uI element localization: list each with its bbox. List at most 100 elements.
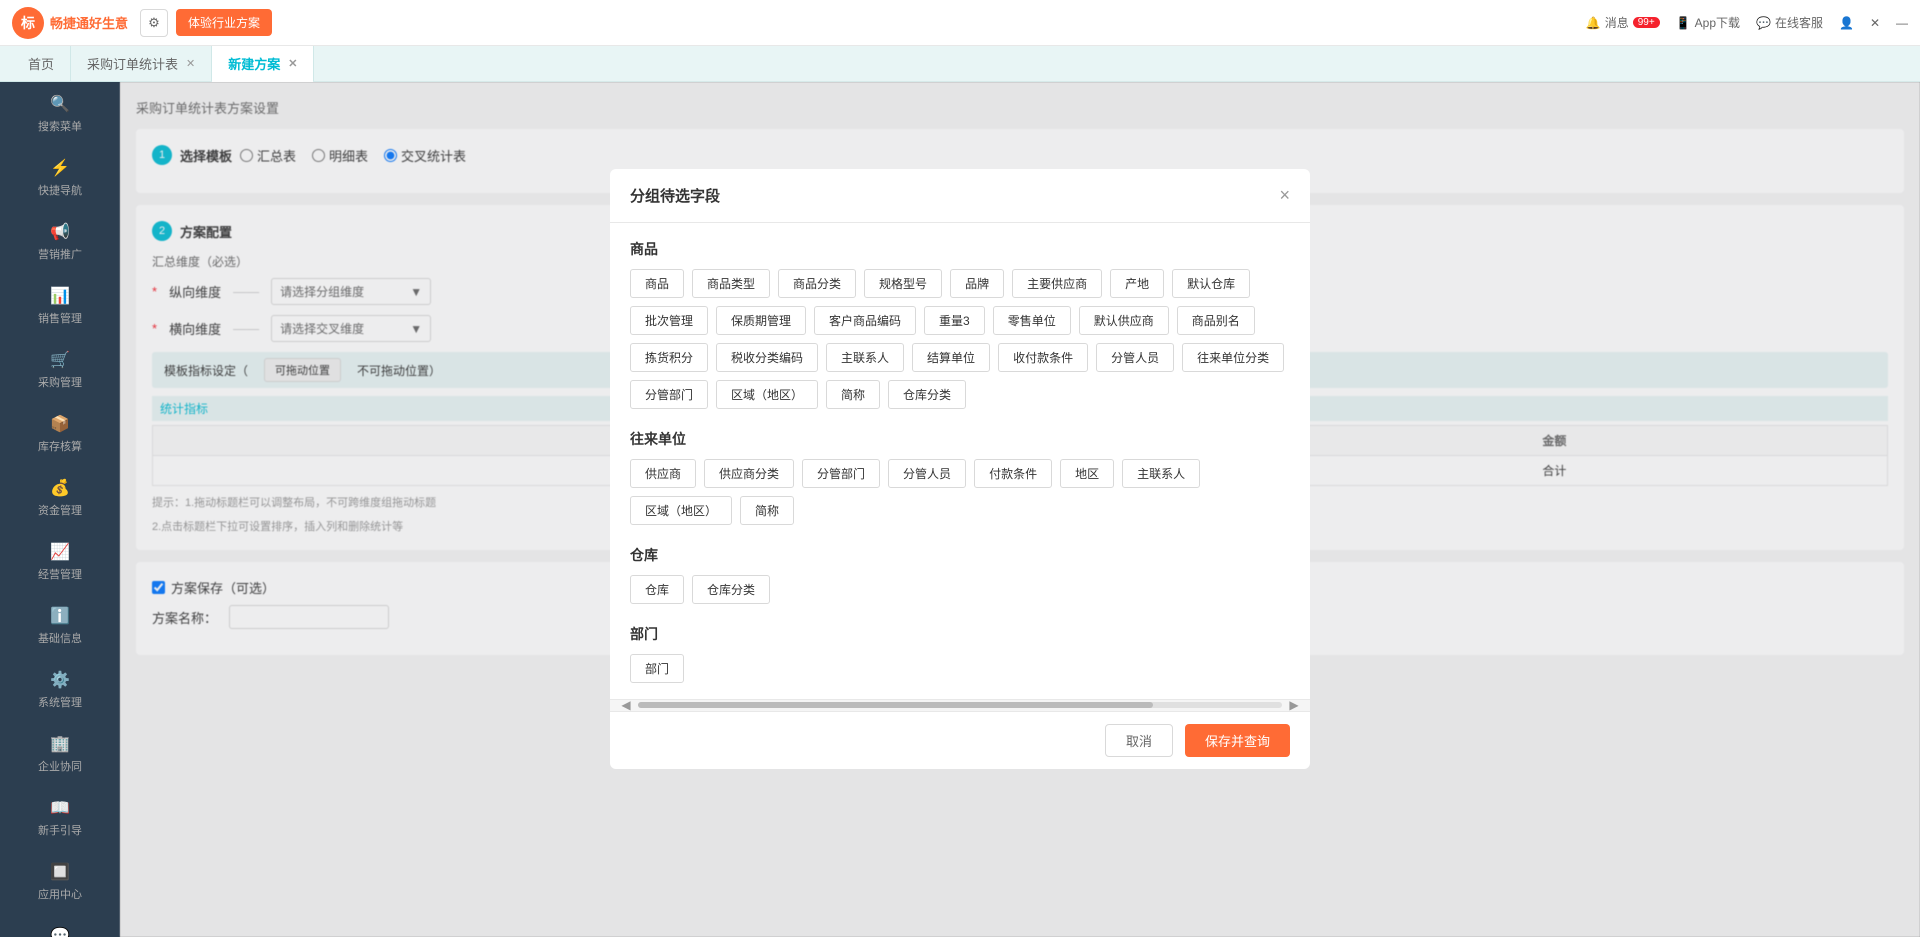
field-group-product-title: 商品 (630, 239, 1290, 259)
field-tag-goods-type[interactable]: 商品类型 (692, 269, 770, 298)
field-tag-source-unit-cat[interactable]: 往来单位分类 (1182, 343, 1284, 372)
sidebar-item-sales: 📊 销售管理 (0, 274, 120, 338)
sidebar-item-enterprise: 🏢 企业协同 (0, 722, 120, 786)
modal-dialog: 分组待选字段 × 商品 商品 商品类型 商品分类 规格型号 品牌 主要供应商 产… (610, 169, 1310, 769)
partner-field-tags: 供应商 供应商分类 分管部门 分管人员 付款条件 地区 主联系人 区域（地区） … (630, 459, 1290, 525)
field-tag-manager[interactable]: 分管人员 (1096, 343, 1174, 372)
field-tag-goods[interactable]: 商品 (630, 269, 684, 298)
field-tag-payment-terms[interactable]: 收付款条件 (998, 343, 1088, 372)
product-field-tags: 商品 商品类型 商品分类 规格型号 品牌 主要供应商 产地 默认仓库 批次管理 … (630, 269, 1290, 409)
field-tag-main-contact[interactable]: 主联系人 (826, 343, 904, 372)
field-tag-retail-unit[interactable]: 零售单位 (993, 306, 1071, 335)
field-tag-weight3[interactable]: 重量3 (924, 306, 985, 335)
sidebar-item-app-center: 🔲 应用中心 (0, 850, 120, 914)
gear-button: ⚙ (140, 9, 168, 37)
modal-body: 商品 商品 商品类型 商品分类 规格型号 品牌 主要供应商 产地 默认仓库 批次… (610, 223, 1310, 699)
field-tag-origin[interactable]: 产地 (1110, 269, 1164, 298)
logo-text: 畅捷通好生意 (50, 13, 128, 32)
field-tag-goods-category[interactable]: 商品分类 (778, 269, 856, 298)
field-tag-wh[interactable]: 仓库 (630, 575, 684, 604)
sidebar-item-marketing: 📢 营销推广 (0, 210, 120, 274)
sidebar: 🔍 搜索菜单 ⚡ 快捷导航 📢 营销推广 📊 销售管理 🛒 采购管理 (0, 82, 120, 937)
sidebar-item-search: 🔍 搜索菜单 (0, 82, 120, 146)
field-tag-region2[interactable]: 区域（地区） (630, 496, 732, 525)
app-center-icon: 🔲 (50, 862, 70, 882)
online-support: 💬在线客服 (1756, 14, 1823, 31)
field-tag-tax-code[interactable]: 税收分类编码 (716, 343, 818, 372)
sidebar-item-basic-info: ℹ️ 基础信息 (0, 594, 120, 658)
save-query-button[interactable]: 保存并查询 (1185, 724, 1290, 757)
cancel-button[interactable]: 取消 (1105, 724, 1173, 757)
logo: 标 畅捷通好生意 (12, 7, 132, 39)
inventory-icon: 📦 (50, 414, 70, 434)
purchase-icon: 🛒 (50, 350, 70, 370)
field-tag-warehouse-cat[interactable]: 仓库分类 (888, 380, 966, 409)
sidebar-item-wechat: 💬 企业微信 (0, 914, 120, 937)
notification-badge: 99+ (1633, 17, 1660, 28)
modal-title: 分组待选字段 (630, 185, 720, 206)
field-tag-default-supplier[interactable]: 默认供应商 (1079, 306, 1169, 335)
field-tag-pay-terms[interactable]: 付款条件 (974, 459, 1052, 488)
guide-icon: 📖 (50, 798, 70, 818)
field-tag-batch-mgmt[interactable]: 批次管理 (630, 306, 708, 335)
warehouse-field-tags: 仓库 仓库分类 (630, 575, 1290, 604)
field-group-warehouse-title: 仓库 (630, 545, 1290, 565)
enterprise-icon: 🏢 (50, 734, 70, 754)
top-actions: 🔔消息 99+ 📱App下载 💬在线客服 👤 ✕ — (1586, 14, 1908, 31)
field-group-department: 部门 部门 (630, 624, 1290, 683)
quick-nav-icon: ⚡ (50, 158, 70, 178)
field-tag-goods-alias[interactable]: 商品别名 (1177, 306, 1255, 335)
field-group-product: 商品 商品 商品类型 商品分类 规格型号 品牌 主要供应商 产地 默认仓库 批次… (630, 239, 1290, 409)
field-tag-supplier-cat[interactable]: 供应商分类 (704, 459, 794, 488)
user-avatar: 👤 (1839, 16, 1854, 30)
page-title: 采购订单统计表方案设置 (136, 98, 1904, 117)
modal-header: 分组待选字段 × (610, 169, 1310, 223)
field-group-partner: 往来单位 供应商 供应商分类 分管部门 分管人员 付款条件 地区 主联系人 区域… (630, 429, 1290, 525)
system-icon: ⚙️ (50, 670, 70, 690)
field-tag-contact[interactable]: 主联系人 (1122, 459, 1200, 488)
logo-icon: 标 (12, 7, 44, 39)
basic-info-icon: ℹ️ (50, 606, 70, 626)
operations-icon: 📈 (50, 542, 70, 562)
field-tag-dept[interactable]: 分管部门 (802, 459, 880, 488)
app-download: 📱App下载 (1676, 14, 1740, 31)
finance-icon: 💰 (50, 478, 70, 498)
modal-close-button[interactable]: × (1279, 185, 1290, 206)
tab-new-scheme: 新建方案✕ (212, 46, 314, 82)
field-tag-customer-code[interactable]: 客户商品编码 (814, 306, 916, 335)
field-tag-expiry-mgmt[interactable]: 保质期管理 (716, 306, 806, 335)
field-tag-brand[interactable]: 品牌 (950, 269, 1004, 298)
sidebar-item-purchase: 🛒 采购管理 (0, 338, 120, 402)
sales-icon: 📊 (50, 286, 70, 306)
field-tag-pickup-points[interactable]: 拣货积分 (630, 343, 708, 372)
field-tag-area[interactable]: 地区 (1060, 459, 1114, 488)
sidebar-item-operations: 📈 经营管理 (0, 530, 120, 594)
field-tag-managing-dept[interactable]: 分管部门 (630, 380, 708, 409)
notification-icon: 🔔消息 99+ (1586, 14, 1660, 31)
trial-button: 体验行业方案 (176, 9, 272, 36)
sidebar-item-inventory: 📦 库存核算 (0, 402, 120, 466)
field-tag-dept-manager[interactable]: 分管人员 (888, 459, 966, 488)
field-tag-region[interactable]: 区域（地区） (716, 380, 818, 409)
sidebar-item-quick-nav: ⚡ 快捷导航 (0, 146, 120, 210)
field-tag-department[interactable]: 部门 (630, 654, 684, 683)
sidebar-item-system: ⚙️ 系统管理 (0, 658, 120, 722)
field-group-partner-title: 往来单位 (630, 429, 1290, 449)
field-tag-settle-unit[interactable]: 结算单位 (912, 343, 990, 372)
marketing-icon: 📢 (50, 222, 70, 242)
field-tag-spec-type[interactable]: 规格型号 (864, 269, 942, 298)
field-tag-wh-cat[interactable]: 仓库分类 (692, 575, 770, 604)
field-tag-default-warehouse[interactable]: 默认仓库 (1172, 269, 1250, 298)
tab-bar: 首页 采购订单统计表✕ 新建方案✕ (0, 46, 1920, 82)
sidebar-item-finance: 💰 资金管理 (0, 466, 120, 530)
step1-badge: 1 (152, 145, 172, 165)
hscroll-track (638, 702, 1282, 708)
field-tag-supplier[interactable]: 供应商 (630, 459, 696, 488)
field-tag-main-supplier[interactable]: 主要供应商 (1012, 269, 1102, 298)
tab-purchase-stats: 采购订单统计表✕ (71, 46, 212, 82)
sidebar-item-guide: 📖 新手引导 (0, 786, 120, 850)
hscroll-thumb[interactable] (638, 702, 1153, 708)
search-icon: 🔍 (50, 94, 70, 114)
field-tag-short-name[interactable]: 简称 (826, 380, 880, 409)
field-tag-short-name2[interactable]: 简称 (740, 496, 794, 525)
